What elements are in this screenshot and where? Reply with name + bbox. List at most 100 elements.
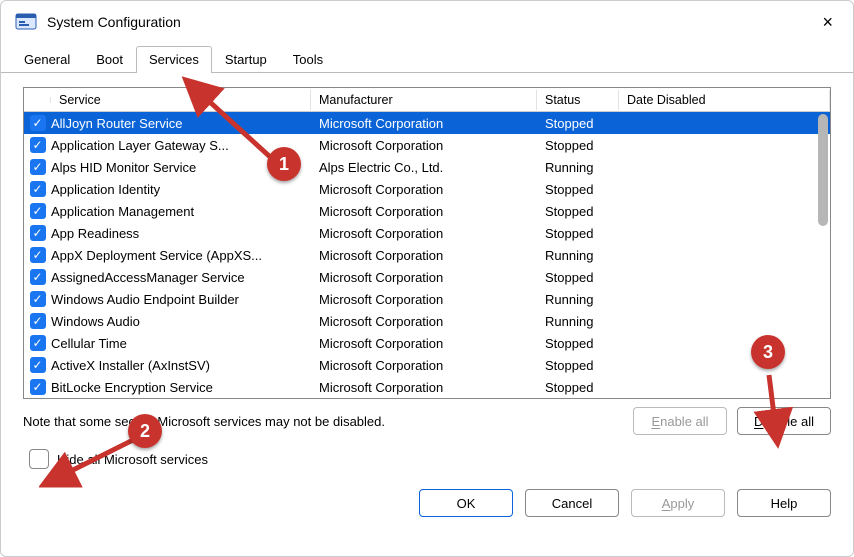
row-checkbox[interactable]: ✓: [30, 225, 46, 241]
cell-service: AssignedAccessManager Service: [51, 270, 311, 285]
cell-manufacturer: Microsoft Corporation: [311, 204, 537, 219]
cell-status: Running: [537, 314, 619, 329]
tab-startup[interactable]: Startup: [212, 46, 280, 73]
tab-tools[interactable]: Tools: [280, 46, 336, 73]
table-row[interactable]: ✓ Windows AudioMicrosoft CorporationRunni…: [24, 310, 830, 332]
cell-manufacturer: Microsoft Corporation: [311, 292, 537, 307]
cell-manufacturer: Microsoft Corporation: [311, 358, 537, 373]
table-row[interactable]: ✓ BitLocke Encryption ServiceMicrosoft Co…: [24, 376, 830, 398]
window-title: System Configuration: [47, 14, 816, 30]
disable-all-hotkey: D: [754, 414, 763, 429]
tab-general[interactable]: General: [11, 46, 83, 73]
listview-header: Service Manufacturer Status Date Disable…: [24, 88, 830, 112]
hide-ms-services-label[interactable]: Hide all Microsoft services: [57, 452, 208, 467]
hide-rest: ide all Microsoft services: [66, 452, 208, 467]
table-row[interactable]: ✓ ActiveX Installer (AxInstSV)Microsoft C…: [24, 354, 830, 376]
column-manufacturer[interactable]: Manufacturer: [311, 90, 537, 110]
close-icon[interactable]: ×: [816, 9, 839, 35]
cancel-button[interactable]: Cancel: [525, 489, 619, 517]
column-status[interactable]: Status: [537, 90, 619, 110]
row-checkbox[interactable]: ✓: [30, 313, 46, 329]
table-row[interactable]: ✓ App ReadinessMicrosoft CorporationStopp…: [24, 222, 830, 244]
table-row[interactable]: ✓ Windows Audio Endpoint BuilderMicrosoft…: [24, 288, 830, 310]
annotation-badge-1: 1: [267, 147, 301, 181]
cell-manufacturer: Alps Electric Co., Ltd.: [311, 160, 537, 175]
cell-service: AllJoyn Router Service: [51, 116, 311, 131]
annotation-badge-2: 2: [128, 414, 162, 448]
hide-ms-services-checkbox[interactable]: [29, 449, 49, 469]
services-listview[interactable]: Service Manufacturer Status Date Disable…: [23, 87, 831, 399]
cell-status: Stopped: [537, 336, 619, 351]
cell-manufacturer: Microsoft Corporation: [311, 380, 537, 395]
cell-manufacturer: Microsoft Corporation: [311, 116, 537, 131]
row-checkbox[interactable]: ✓: [30, 247, 46, 263]
note-text: Note that some secure Microsoft services…: [23, 414, 385, 429]
enable-all-button: Enable all: [633, 407, 727, 435]
cell-service: App Readiness: [51, 226, 311, 241]
cell-service: Windows Audio Endpoint Builder: [51, 292, 311, 307]
cell-status: Stopped: [537, 358, 619, 373]
enable-all-hotkey: E: [651, 414, 660, 429]
cell-status: Stopped: [537, 138, 619, 153]
cell-status: Running: [537, 292, 619, 307]
cell-status: Stopped: [537, 204, 619, 219]
row-checkbox[interactable]: ✓: [30, 203, 46, 219]
cell-manufacturer: Microsoft Corporation: [311, 138, 537, 153]
cell-status: Running: [537, 248, 619, 263]
row-checkbox[interactable]: ✓: [30, 159, 46, 175]
tab-services[interactable]: Services: [136, 46, 212, 73]
row-checkbox[interactable]: ✓: [30, 137, 46, 153]
disable-all-rest: isable all: [763, 414, 814, 429]
row-checkbox[interactable]: ✓: [30, 115, 46, 131]
cell-manufacturer: Microsoft Corporation: [311, 182, 537, 197]
row-checkbox[interactable]: ✓: [30, 181, 46, 197]
cell-service: BitLocke Encryption Service: [51, 380, 311, 395]
cell-manufacturer: Microsoft Corporation: [311, 336, 537, 351]
table-row[interactable]: ✓ AppX Deployment Service (AppXS...Micros…: [24, 244, 830, 266]
ok-button[interactable]: OK: [419, 489, 513, 517]
tab-boot[interactable]: Boot: [83, 46, 136, 73]
disable-all-button[interactable]: Disable all: [737, 407, 831, 435]
column-date-disabled[interactable]: Date Disabled: [619, 90, 830, 110]
cell-status: Stopped: [537, 270, 619, 285]
apply-rest: pply: [670, 496, 694, 511]
row-checkbox[interactable]: ✓: [30, 379, 46, 395]
cell-service: Application Identity: [51, 182, 311, 197]
row-checkbox[interactable]: ✓: [30, 357, 46, 373]
cell-service: ActiveX Installer (AxInstSV): [51, 358, 311, 373]
cell-status: Stopped: [537, 226, 619, 241]
dialog-button-row: OK Cancel Apply Help: [1, 469, 853, 533]
cell-status: Stopped: [537, 116, 619, 131]
table-row[interactable]: ✓ AssignedAccessManager ServiceMicrosoft …: [24, 266, 830, 288]
row-checkbox[interactable]: ✓: [30, 335, 46, 351]
cell-manufacturer: Microsoft Corporation: [311, 248, 537, 263]
cell-service: Application Management: [51, 204, 311, 219]
column-service[interactable]: Service: [51, 90, 311, 110]
enable-all-rest: nable all: [660, 414, 708, 429]
table-row[interactable]: ✓ Cellular TimeMicrosoft CorporationStopp…: [24, 332, 830, 354]
cell-service: Windows Audio: [51, 314, 311, 329]
titlebar: System Configuration ×: [1, 1, 853, 39]
table-row[interactable]: ✓Application Layer Gateway S...Microsoft…: [24, 134, 830, 156]
table-row[interactable]: ✓Alps HID Monitor ServiceAlps Electric C…: [24, 156, 830, 178]
cell-manufacturer: Microsoft Corporation: [311, 270, 537, 285]
cell-service: Cellular Time: [51, 336, 311, 351]
cell-status: Stopped: [537, 380, 619, 395]
annotation-badge-3: 3: [751, 335, 785, 369]
hide-hotkey: H: [57, 452, 66, 467]
cell-service: AppX Deployment Service (AppXS...: [51, 248, 311, 263]
cell-status: Running: [537, 160, 619, 175]
app-icon: [15, 11, 37, 33]
row-checkbox[interactable]: ✓: [30, 291, 46, 307]
help-button[interactable]: Help: [737, 489, 831, 517]
row-checkbox[interactable]: ✓: [30, 269, 46, 285]
table-row[interactable]: ✓ Application IdentityMicrosoft Corporati…: [24, 178, 830, 200]
listview-scrollbar[interactable]: [818, 114, 828, 226]
table-row[interactable]: ✓ Application ManagementMicrosoft Corpora…: [24, 200, 830, 222]
cell-manufacturer: Microsoft Corporation: [311, 226, 537, 241]
tab-strip: General Boot Services Startup Tools: [1, 39, 853, 73]
cell-status: Stopped: [537, 182, 619, 197]
cell-manufacturer: Microsoft Corporation: [311, 314, 537, 329]
table-row[interactable]: ✓ AllJoyn Router ServiceMicrosoft Corpora…: [24, 112, 830, 134]
apply-button: Apply: [631, 489, 725, 517]
